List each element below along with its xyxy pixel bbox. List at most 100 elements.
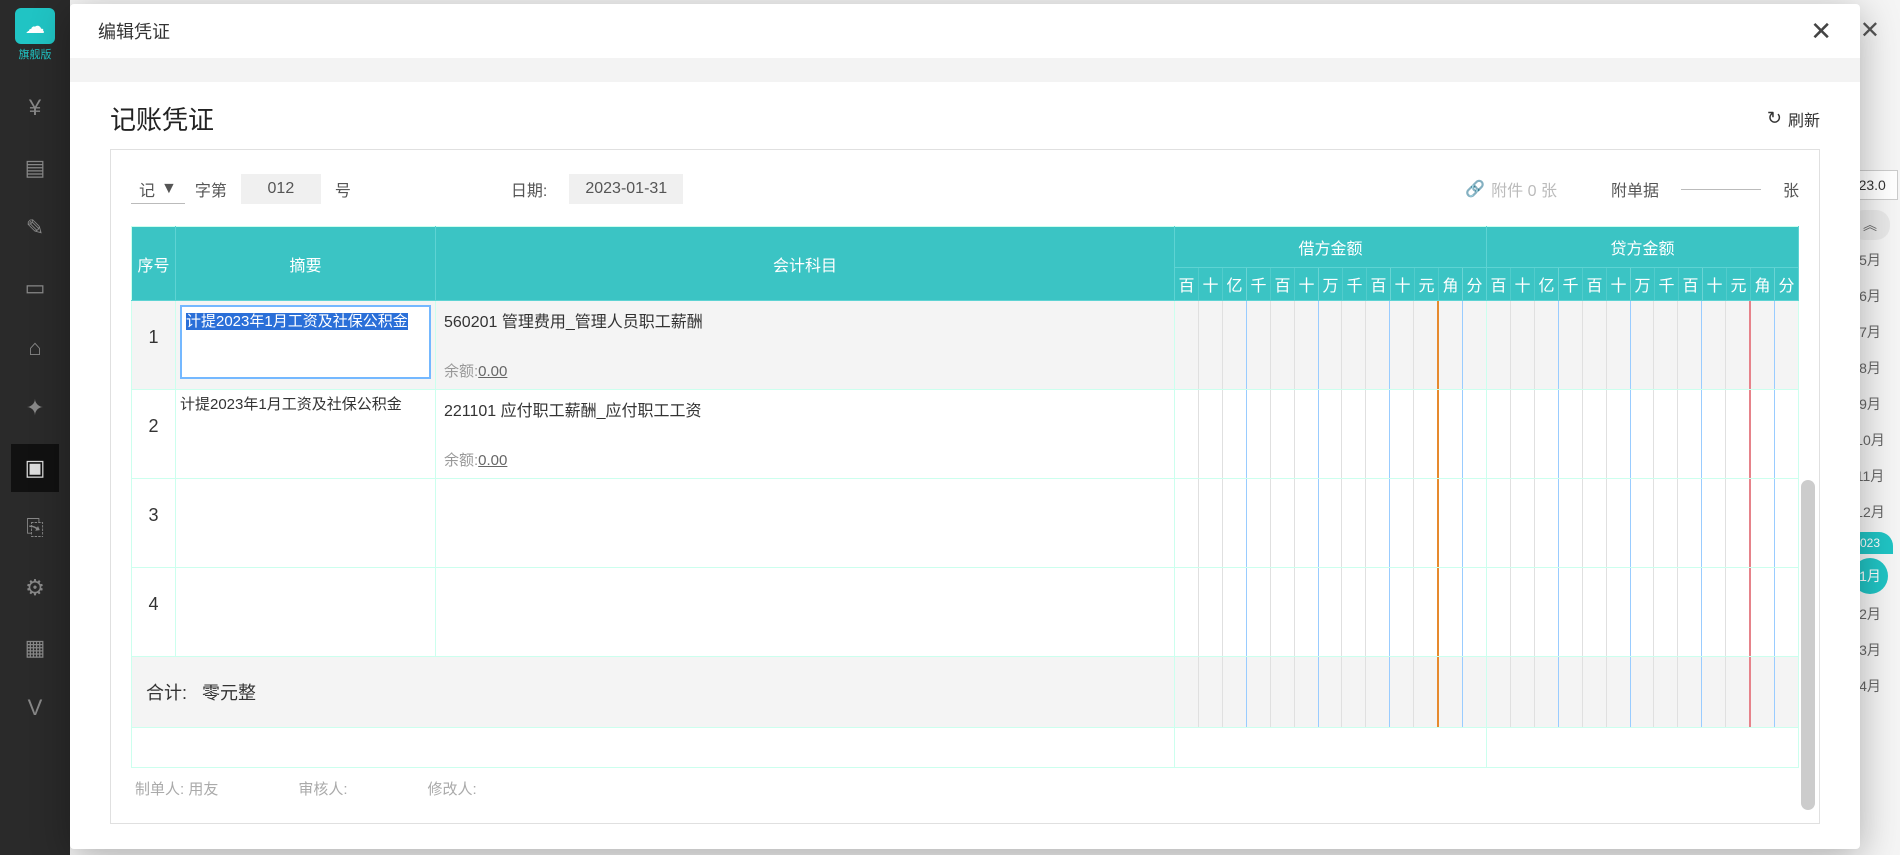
digit-header: 千 — [1247, 268, 1271, 300]
digit-header: 分 — [1463, 268, 1486, 300]
digit-header: 十 — [1391, 268, 1415, 300]
refresh-icon: ↻ — [1767, 108, 1782, 129]
digit-header: 百 — [1367, 268, 1391, 300]
row-seq: 4 — [132, 568, 176, 657]
nav-icon-7[interactable]: ⎘ — [11, 504, 59, 552]
nav-icon-1[interactable]: ¥ — [11, 84, 59, 132]
chevron-down-icon: ▼ — [161, 180, 177, 198]
app-edition: 旗舰版 — [19, 46, 52, 62]
debit-total — [1175, 657, 1487, 728]
close-icon[interactable]: ✕ — [1810, 18, 1832, 44]
voucher-table: 序号 摘要 会计科目 借方金额 贷方金额 百十亿千百十万千百十元角分百十亿千百十… — [131, 226, 1799, 768]
digit-header: 元 — [1727, 268, 1751, 300]
digit-header: 十 — [1703, 268, 1727, 300]
table-row: 2计提2023年1月工资及社保公积金221101 应付职工薪酬_应付职工工资余额… — [132, 390, 1799, 479]
credit-amount[interactable] — [1487, 479, 1799, 568]
row-seq: 2 — [132, 390, 176, 479]
th-debit: 借方金额 — [1175, 227, 1487, 268]
date-label: 日期: — [511, 177, 547, 201]
credit-amount[interactable] — [1487, 301, 1799, 390]
nav-icon-active[interactable]: ▣ — [11, 444, 59, 492]
digit-header: 十 — [1607, 268, 1631, 300]
account-cell[interactable] — [436, 568, 1175, 657]
preparer-value: 用友 — [188, 781, 218, 798]
digit-header: 百 — [1679, 268, 1703, 300]
credit-amount[interactable] — [1487, 568, 1799, 657]
digit-header: 十 — [1295, 268, 1319, 300]
table-row: 1计提2023年1月工资及社保公积金560201 管理费用_管理人员职工薪酬余额… — [132, 301, 1799, 390]
digit-header: 十 — [1199, 268, 1223, 300]
voucher-footer-row: 制单人: 用友 审核人: 修改人: — [131, 768, 1799, 799]
table-row: 3 — [132, 479, 1799, 568]
scrollbar[interactable] — [1801, 480, 1815, 810]
digit-header: 万 — [1631, 268, 1655, 300]
nav-icon-settings[interactable]: ⚙ — [11, 564, 59, 612]
backdrop-close-icon[interactable]: ✕ — [1860, 16, 1880, 45]
th-summary: 摘要 — [176, 227, 436, 301]
attach-docs-input[interactable] — [1681, 189, 1761, 190]
nav-icon-3[interactable]: ✎ — [11, 204, 59, 252]
auditor-label: 审核人: — [298, 778, 347, 799]
th-account: 会计科目 — [436, 227, 1175, 301]
row-seq: 3 — [132, 479, 176, 568]
summary-cell[interactable]: 计提2023年1月工资及社保公积金 — [176, 390, 436, 479]
digit-header: 角 — [1751, 268, 1775, 300]
nav-icon-6[interactable]: ✦ — [11, 384, 59, 432]
account-cell[interactable] — [436, 479, 1175, 568]
debit-amount[interactable] — [1175, 568, 1487, 657]
digit-header: 千 — [1559, 268, 1583, 300]
debit-amount[interactable] — [1175, 390, 1487, 479]
attachment-link[interactable]: 🔗 附件 0 张 — [1465, 177, 1557, 201]
digit-header: 百 — [1487, 268, 1511, 300]
digit-header: 百 — [1583, 268, 1607, 300]
digit-header: 百 — [1271, 268, 1295, 300]
nav-icon-8[interactable]: ▦ — [11, 624, 59, 672]
nav-icon-5[interactable]: ⌂ — [11, 324, 59, 372]
attach-docs-label: 附单据 — [1611, 177, 1659, 201]
total-row: 合计: 零元整 — [132, 657, 1175, 728]
summary-cell[interactable] — [176, 568, 436, 657]
edit-voucher-modal: 编辑凭证 ✕ 记账凭证 ↻ 刷新 记 ▼ 字第 012 号 日期: 2023- — [70, 4, 1860, 849]
nav-icon-4[interactable]: ▭ — [11, 264, 59, 312]
voucher-meta-row: 记 ▼ 字第 012 号 日期: 2023-01-31 🔗 附件 0 张 附单据 — [131, 174, 1799, 204]
digit-header: 百 — [1175, 268, 1199, 300]
zhang-label: 张 — [1783, 177, 1799, 201]
refresh-label: 刷新 — [1788, 107, 1820, 131]
digit-header: 十 — [1511, 268, 1535, 300]
account-cell[interactable]: 560201 管理费用_管理人员职工薪酬余额:0.00 — [436, 301, 1175, 390]
refresh-button[interactable]: ↻ 刷新 — [1767, 107, 1820, 131]
digit-header: 亿 — [1535, 268, 1559, 300]
debit-amount[interactable] — [1175, 301, 1487, 390]
label-hao: 号 — [335, 177, 351, 201]
voucher-type-select[interactable]: 记 ▼ — [131, 175, 185, 204]
digit-header: 千 — [1343, 268, 1367, 300]
left-sidebar: ☁ 旗舰版 ¥ ▤ ✎ ▭ ⌂ ✦ ▣ ⎘ ⚙ ▦ V — [0, 0, 70, 855]
voucher-number-input[interactable]: 012 — [241, 174, 321, 204]
summary-cell[interactable] — [176, 479, 436, 568]
nav-icon-2[interactable]: ▤ — [11, 144, 59, 192]
paperclip-icon: 🔗 — [1465, 179, 1485, 199]
label-zidi: 字第 — [195, 177, 227, 201]
date-input[interactable]: 2023-01-31 — [569, 174, 683, 204]
digit-header: 角 — [1439, 268, 1463, 300]
nav-icon-9[interactable]: V — [11, 684, 59, 732]
summary-cell[interactable]: 计提2023年1月工资及社保公积金 — [176, 301, 436, 390]
credit-amount[interactable] — [1487, 390, 1799, 479]
digit-header: 亿 — [1223, 268, 1247, 300]
voucher-heading: 记账凭证 — [110, 100, 214, 137]
th-seq: 序号 — [132, 227, 176, 301]
modal-title: 编辑凭证 — [98, 18, 170, 44]
preparer-label: 制单人: — [135, 781, 184, 798]
digit-header: 元 — [1415, 268, 1439, 300]
digit-header: 万 — [1319, 268, 1343, 300]
row-seq: 1 — [132, 301, 176, 390]
account-cell[interactable]: 221101 应付职工薪酬_应付职工工资余额:0.00 — [436, 390, 1175, 479]
digit-header: 分 — [1775, 268, 1798, 300]
modifier-label: 修改人: — [428, 778, 477, 799]
credit-total — [1487, 657, 1799, 728]
table-row: 4 — [132, 568, 1799, 657]
digit-header: 千 — [1655, 268, 1679, 300]
debit-amount[interactable] — [1175, 479, 1487, 568]
app-logo: ☁ — [15, 8, 55, 44]
voucher-panel: 记 ▼ 字第 012 号 日期: 2023-01-31 🔗 附件 0 张 附单据 — [110, 149, 1820, 824]
